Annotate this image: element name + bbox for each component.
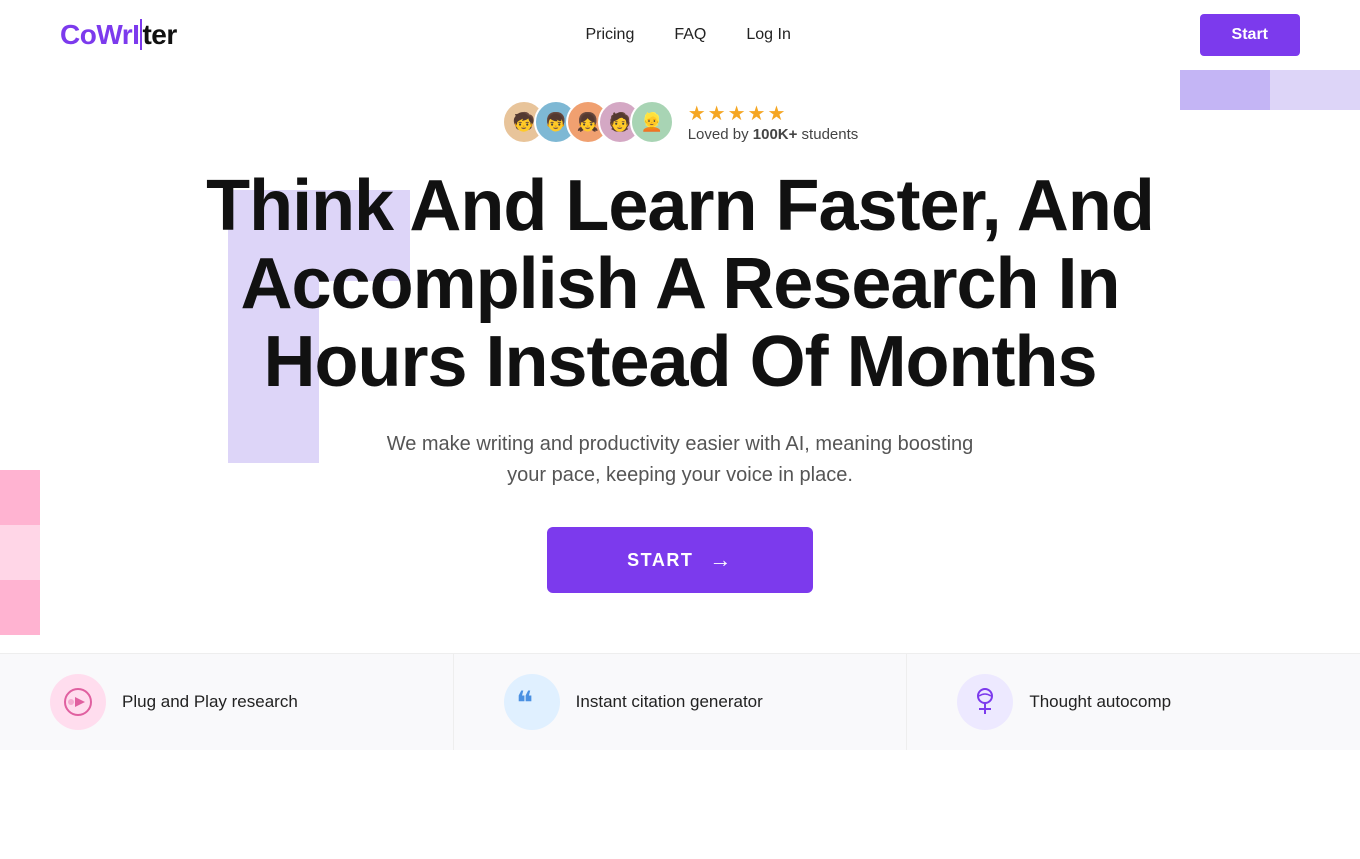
hero-subtext: We make writing and productivity easier … bbox=[370, 429, 990, 491]
nav-faq[interactable]: FAQ bbox=[674, 26, 706, 44]
feature-bar: Plug and Play research ❝ Instant citatio… bbox=[0, 653, 1360, 750]
feature-plug-play: Plug and Play research bbox=[0, 654, 454, 750]
hero-section: 🧒 👦 👧 🧑 👱 ★★★★★ Loved by 100K+ students … bbox=[0, 70, 1360, 653]
citation-label: Instant citation generator bbox=[576, 692, 763, 712]
hero-start-button[interactable]: START → bbox=[547, 527, 813, 593]
nav-start-button[interactable]: Start bbox=[1200, 14, 1300, 56]
feature-citation: ❝ Instant citation generator bbox=[454, 654, 908, 750]
proof-text-group: ★★★★★ Loved by 100K+ students bbox=[688, 101, 859, 143]
hero-headline: Think And Learn Faster, And Accomplish A… bbox=[180, 168, 1180, 401]
loved-by-text: Loved by 100K+ students bbox=[688, 126, 859, 143]
social-proof: 🧒 👦 👧 🧑 👱 ★★★★★ Loved by 100K+ students bbox=[502, 100, 859, 144]
logo[interactable]: CoWrIter bbox=[60, 19, 177, 51]
navbar: CoWrIter Pricing FAQ Log In Start bbox=[0, 0, 1360, 70]
plug-play-label: Plug and Play research bbox=[122, 692, 298, 712]
avatar-5: 👱 bbox=[630, 100, 674, 144]
cta-label: START bbox=[627, 550, 693, 571]
feature-autocomp: Thought autocomp bbox=[907, 654, 1360, 750]
svg-text:❝: ❝ bbox=[516, 688, 533, 716]
nav-links: Pricing FAQ Log In bbox=[585, 26, 790, 44]
avatar-group: 🧒 👦 👧 🧑 👱 bbox=[502, 100, 674, 144]
star-rating: ★★★★★ bbox=[688, 101, 788, 126]
plug-play-icon-wrap bbox=[50, 674, 106, 730]
autocomp-icon-wrap bbox=[957, 674, 1013, 730]
nav-login[interactable]: Log In bbox=[746, 26, 790, 44]
citation-icon-wrap: ❝ bbox=[504, 674, 560, 730]
autocomp-label: Thought autocomp bbox=[1029, 692, 1171, 712]
autocomp-icon bbox=[969, 686, 1001, 718]
cta-arrow-icon: → bbox=[709, 547, 733, 573]
citation-icon: ❝ bbox=[516, 688, 548, 716]
plug-play-icon bbox=[64, 688, 92, 716]
nav-pricing[interactable]: Pricing bbox=[585, 26, 634, 44]
